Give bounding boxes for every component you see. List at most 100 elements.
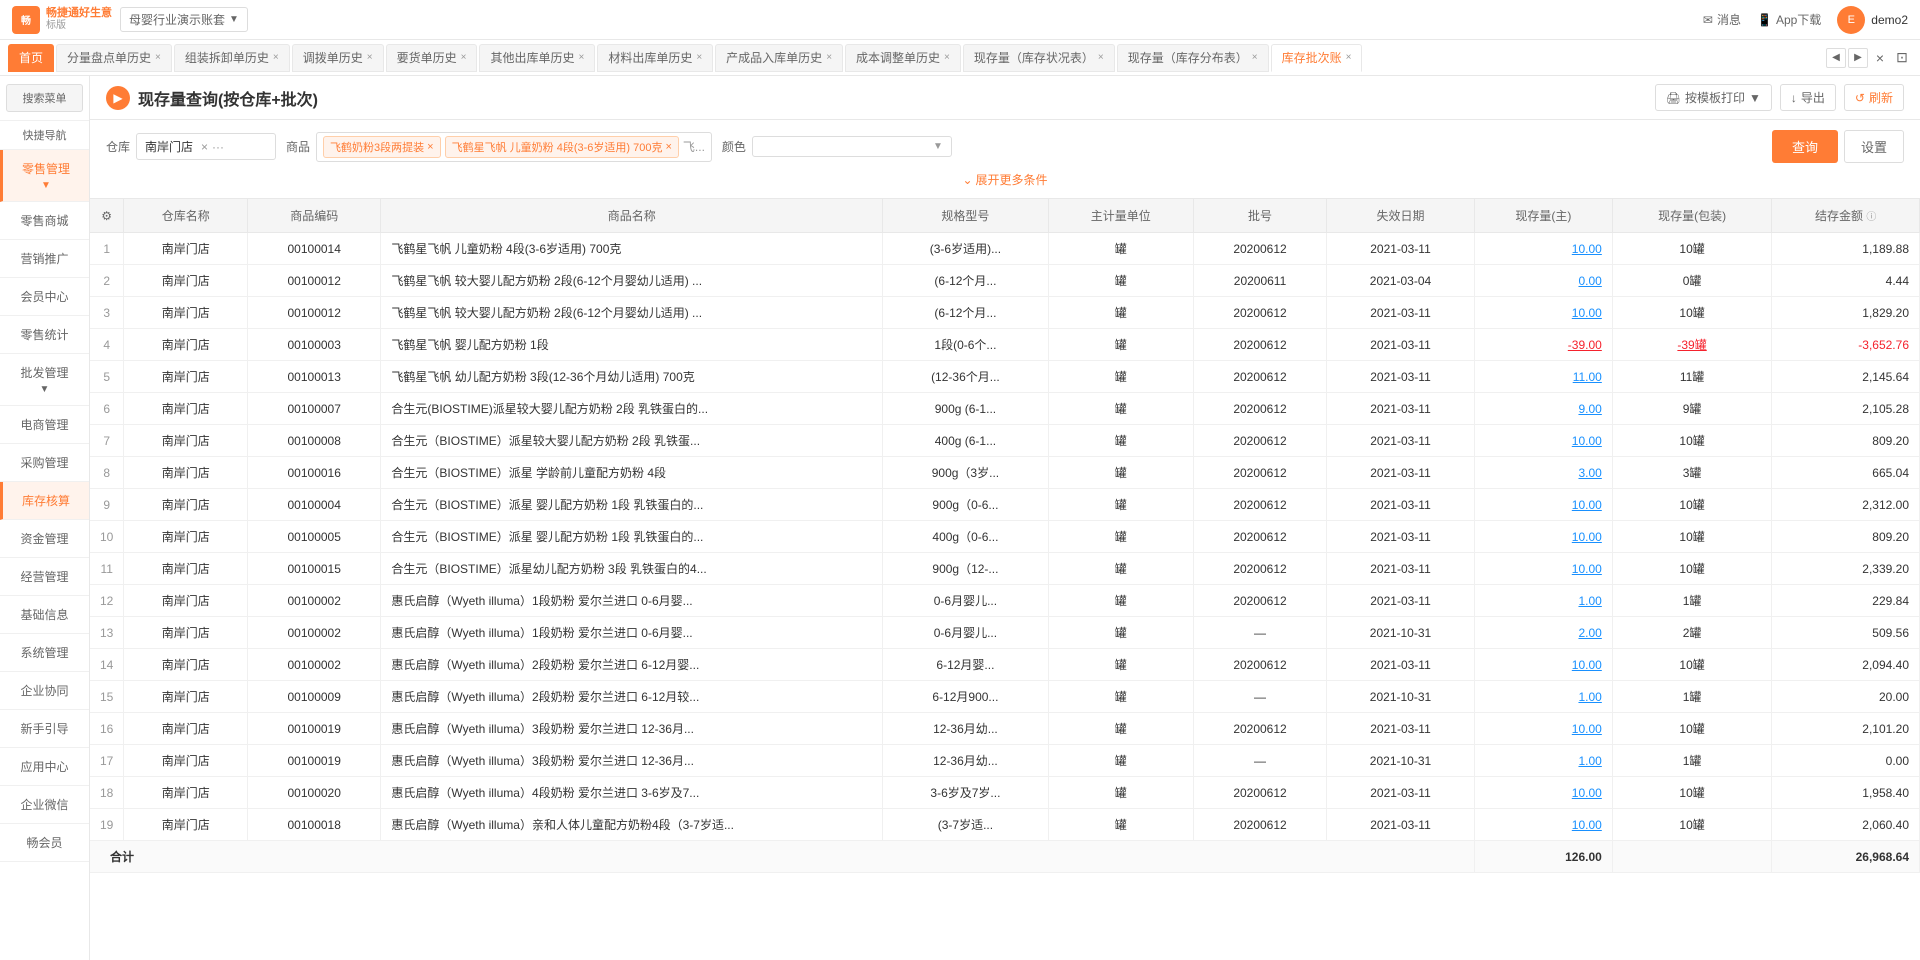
quick-nav-button[interactable]: 快捷导航: [0, 121, 89, 150]
row-unit: 罐: [1048, 265, 1193, 297]
expand-more-button[interactable]: ⌄ 展开更多条件: [106, 171, 1904, 188]
tab-prev-arrow[interactable]: ◀: [1826, 48, 1846, 68]
color-input[interactable]: ▼: [752, 136, 952, 157]
query-button[interactable]: 查询: [1772, 130, 1838, 163]
row-qty-main[interactable]: 1.00: [1474, 681, 1612, 713]
tab-9-close[interactable]: ×: [1098, 52, 1104, 63]
row-unit: 罐: [1048, 649, 1193, 681]
tab-2[interactable]: 组装拆卸单历史 ×: [174, 44, 290, 72]
sidebar-item-enterprise[interactable]: 企业协同: [0, 672, 89, 710]
tab-8[interactable]: 成本调整单历史 ×: [845, 44, 961, 72]
sidebar-item-retail[interactable]: 零售管理 ▼: [0, 150, 89, 202]
row-qty-main[interactable]: 10.00: [1474, 425, 1612, 457]
tab-home[interactable]: 首页: [8, 44, 54, 72]
tab-10[interactable]: 现存量（库存分布表） ×: [1117, 44, 1269, 72]
sidebar-item-vip[interactable]: 畅会员: [0, 824, 89, 862]
sidebar-item-app-center-label: 应用中心: [20, 758, 68, 775]
message-action[interactable]: ✉ 消息: [1703, 11, 1741, 28]
close-tag-icon[interactable]: ×: [201, 140, 208, 154]
tab-6-close[interactable]: ×: [696, 52, 702, 63]
print-button[interactable]: 🖨 按模板打印 ▼: [1655, 84, 1772, 111]
sidebar-item-members[interactable]: 会员中心: [0, 278, 89, 316]
sidebar-item-basic-info[interactable]: 基础信息: [0, 596, 89, 634]
sidebar-item-retail-stats[interactable]: 零售统计: [0, 316, 89, 354]
sidebar-item-system[interactable]: 系统管理: [0, 634, 89, 672]
row-qty-main[interactable]: 10.00: [1474, 521, 1612, 553]
tab-5-close[interactable]: ×: [578, 52, 584, 63]
tab-3[interactable]: 调拨单历史 ×: [292, 44, 384, 72]
sidebar-item-inventory[interactable]: 库存核算: [0, 482, 89, 520]
row-qty-main[interactable]: 9.00: [1474, 393, 1612, 425]
tab-10-close[interactable]: ×: [1252, 52, 1258, 63]
sidebar-item-finance[interactable]: 资金管理: [0, 520, 89, 558]
row-qty-main[interactable]: 10.00: [1474, 777, 1612, 809]
product-input[interactable]: 飞鹤奶粉3段两提装 × 飞鹤星飞帆 儿童奶粉 4段(3-6岁适用) 700克 ×…: [316, 132, 712, 162]
sidebar-item-app-center[interactable]: 应用中心: [0, 748, 89, 786]
refresh-button[interactable]: ↺ 刷新: [1844, 84, 1904, 111]
sidebar-item-retail-shop[interactable]: 零售商城: [0, 202, 89, 240]
tab-4-close[interactable]: ×: [461, 52, 467, 63]
row-qty-main[interactable]: 10.00: [1474, 649, 1612, 681]
tab-4[interactable]: 要货单历史 ×: [386, 44, 478, 72]
row-qty-main[interactable]: 10.00: [1474, 809, 1612, 841]
row-expire: 2021-10-31: [1327, 745, 1475, 777]
product-tag-1-remove[interactable]: ×: [427, 141, 433, 153]
row-batch: 20200612: [1193, 393, 1326, 425]
row-qty-main[interactable]: 10.00: [1474, 489, 1612, 521]
row-qty-main[interactable]: 10.00: [1474, 297, 1612, 329]
user-area[interactable]: E demo2: [1837, 6, 1908, 34]
export-icon: ↓: [1791, 91, 1797, 105]
tab-next-arrow[interactable]: ▶: [1848, 48, 1868, 68]
row-qty-main[interactable]: 0.00: [1474, 265, 1612, 297]
row-index: 6: [90, 393, 124, 425]
ellipsis-icon: ···: [212, 140, 224, 154]
row-qty-main[interactable]: 10.00: [1474, 553, 1612, 585]
row-qty-main[interactable]: 2.00: [1474, 617, 1612, 649]
tab-8-close[interactable]: ×: [944, 52, 950, 63]
row-qty-main[interactable]: 3.00: [1474, 457, 1612, 489]
tab-9[interactable]: 现存量（库存状况表） ×: [963, 44, 1115, 72]
tab-7-close[interactable]: ×: [826, 52, 832, 63]
table-container: ⚙ 仓库名称 商品编码 商品名称 规格型号 主计量单位 批号 失效日期 现存量(…: [90, 199, 1920, 960]
tab-3-close[interactable]: ×: [367, 52, 373, 63]
row-qty-main[interactable]: 1.00: [1474, 745, 1612, 777]
page-header: ▶ 现存量查询(按仓库+批次) 🖨 按模板打印 ▼ ↓ 导出 ↺ 刷新: [90, 76, 1920, 120]
settings-button[interactable]: 设置: [1844, 130, 1904, 163]
row-qty-main[interactable]: 10.00: [1474, 233, 1612, 265]
row-amount: 2,101.20: [1772, 713, 1920, 745]
tab-1-close[interactable]: ×: [155, 52, 161, 63]
tab-7[interactable]: 产成品入库单历史 ×: [715, 44, 843, 72]
tab-2-close[interactable]: ×: [273, 52, 279, 63]
row-batch: 20200612: [1193, 425, 1326, 457]
product-tag-2-remove[interactable]: ×: [665, 141, 671, 153]
col-settings[interactable]: ⚙: [90, 199, 124, 233]
row-spec: 0-6月婴儿...: [883, 585, 1049, 617]
tab-11-close[interactable]: ×: [1346, 52, 1352, 63]
tab-11[interactable]: 库存批次账 ×: [1271, 44, 1363, 72]
row-qty-pkg: 10罐: [1612, 553, 1772, 585]
sidebar-item-ecommerce[interactable]: 电商管理: [0, 406, 89, 444]
search-menu-button[interactable]: 搜索菜单: [6, 84, 83, 112]
export-button[interactable]: ↓ 导出: [1780, 84, 1836, 111]
product-label: 商品: [286, 138, 310, 155]
tab-menu[interactable]: ⊡: [1892, 48, 1912, 68]
row-qty-main[interactable]: 1.00: [1474, 585, 1612, 617]
tab-6[interactable]: 材料出库单历史 ×: [597, 44, 713, 72]
system-selector[interactable]: 母婴行业演示账套 ▼: [120, 7, 248, 32]
sidebar-item-wechat[interactable]: 企业微信: [0, 786, 89, 824]
sidebar-item-operations[interactable]: 经营管理: [0, 558, 89, 596]
sidebar-item-marketing[interactable]: 营销推广: [0, 240, 89, 278]
tab-close-all[interactable]: ×: [1870, 48, 1890, 68]
app-download-action[interactable]: 📱 App下载: [1757, 11, 1821, 28]
row-qty-main[interactable]: 11.00: [1474, 361, 1612, 393]
sidebar-item-tutorial[interactable]: 新手引导: [0, 710, 89, 748]
tab-5[interactable]: 其他出库单历史 ×: [479, 44, 595, 72]
sidebar-item-wholesale[interactable]: 批发管理 ▼: [0, 354, 89, 406]
warehouse-input[interactable]: 南岸门店 × ···: [136, 133, 276, 160]
row-qty-main[interactable]: -39.00: [1474, 329, 1612, 361]
expand-sidebar-btn[interactable]: ▶: [106, 86, 130, 110]
tab-1[interactable]: 分量盘点单历史 ×: [56, 44, 172, 72]
product-more-icon[interactable]: 飞...: [683, 138, 705, 155]
row-qty-main[interactable]: 10.00: [1474, 713, 1612, 745]
sidebar-item-purchase[interactable]: 采购管理: [0, 444, 89, 482]
